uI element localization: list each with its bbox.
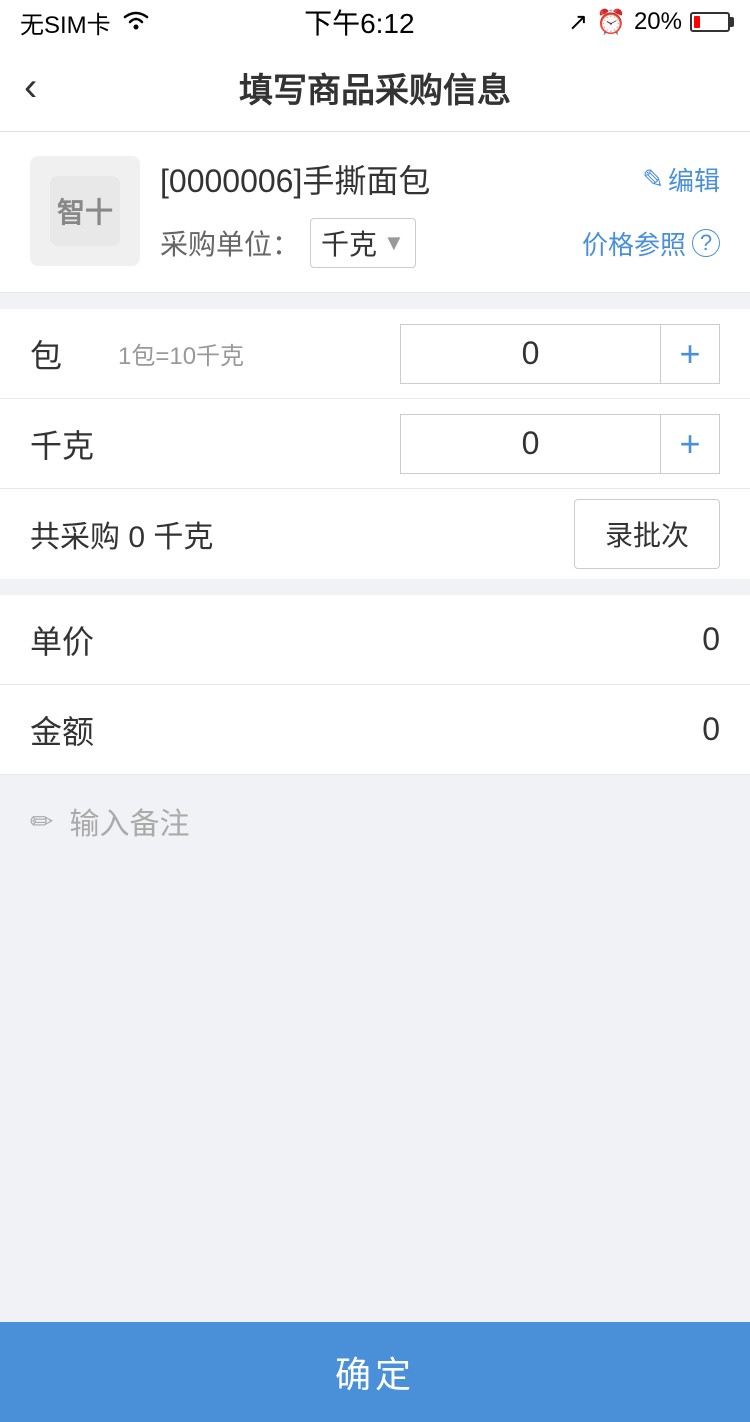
question-icon: ?: [692, 229, 720, 257]
status-bar: 无SIM卡 下午6:12 ↗ ⏰ 20%: [0, 0, 750, 44]
bag-sublabel: 1包=10千克: [118, 336, 400, 371]
battery-percent: 20%: [634, 8, 682, 36]
input-section: 包 1包=10千克 + 千克 +: [0, 309, 750, 489]
unit-select[interactable]: 千克 ▼: [310, 218, 416, 268]
unit-value: 千克: [321, 223, 377, 263]
bag-input-row: 包 1包=10千克 +: [0, 309, 750, 399]
purchase-unit-row: 采购单位： 千克 ▼ 价格参照 ?: [160, 218, 720, 268]
nav-bar: ‹ 填写商品采购信息: [0, 44, 750, 132]
wifi-icon: [121, 8, 151, 37]
kg-input[interactable]: [400, 414, 660, 474]
product-name-row: [0000006]手撕面包 ✎ 编辑: [160, 156, 720, 202]
edit-button[interactable]: ✎ 编辑: [642, 161, 720, 198]
unit-label: 采购单位：: [160, 223, 300, 263]
empty-space: [0, 867, 750, 1322]
status-time: 下午6:12: [304, 2, 415, 42]
record-batch-button[interactable]: 录批次: [574, 499, 720, 569]
remark-placeholder: 输入备注: [69, 799, 189, 843]
edit-icon: ✎: [642, 164, 664, 195]
amount-value: 0: [702, 711, 720, 748]
remark-section[interactable]: ✏ 输入备注: [0, 775, 750, 867]
unit-price-label: 单价: [30, 617, 94, 663]
product-logo: 智十: [50, 176, 120, 246]
amount-label: 金额: [30, 707, 94, 753]
location-icon: ↗: [568, 8, 588, 37]
page-title: 填写商品采购信息: [239, 63, 511, 112]
status-left: 无SIM卡: [20, 5, 151, 40]
confirm-button[interactable]: 确定: [0, 1322, 750, 1422]
carrier-text: 无SIM卡: [20, 5, 111, 40]
kg-input-wrapper: +: [400, 414, 720, 474]
status-right: ↗ ⏰ 20%: [568, 8, 730, 37]
summary-row: 共采购 0 千克 录批次: [0, 489, 750, 579]
section-divider-1: [0, 293, 750, 309]
product-image: 智十: [30, 156, 140, 266]
price-reference-button[interactable]: 价格参照 ?: [582, 225, 720, 262]
bag-input-wrapper: +: [400, 324, 720, 384]
chevron-down-icon: ▼: [383, 230, 405, 256]
alarm-icon: ⏰: [596, 8, 626, 37]
product-info: [0000006]手撕面包 ✎ 编辑 采购单位： 千克 ▼ 价格参照 ?: [160, 156, 720, 268]
product-name: [0000006]手撕面包: [160, 156, 430, 202]
bag-input[interactable]: [400, 324, 660, 384]
product-card: 智十 [0000006]手撕面包 ✎ 编辑 采购单位： 千克 ▼: [0, 132, 750, 293]
price-ref-label: 价格参照: [582, 225, 686, 262]
edit-label: 编辑: [668, 161, 720, 198]
back-button[interactable]: ‹: [24, 65, 37, 110]
kg-label: 千克: [30, 421, 110, 467]
unit-price-value: 0: [702, 621, 720, 658]
summary-text: 共采购 0 千克: [30, 512, 213, 556]
unit-price-row: 单价 0: [0, 595, 750, 685]
kg-input-row: 千克 +: [0, 399, 750, 489]
section-divider-2: [0, 579, 750, 595]
price-info-section: 单价 0 金额 0: [0, 595, 750, 775]
bag-label: 包: [30, 331, 110, 377]
battery-icon: [690, 12, 730, 32]
amount-row: 金额 0: [0, 685, 750, 775]
pencil-icon: ✏: [30, 805, 53, 838]
bag-plus-button[interactable]: +: [660, 324, 720, 384]
kg-plus-button[interactable]: +: [660, 414, 720, 474]
